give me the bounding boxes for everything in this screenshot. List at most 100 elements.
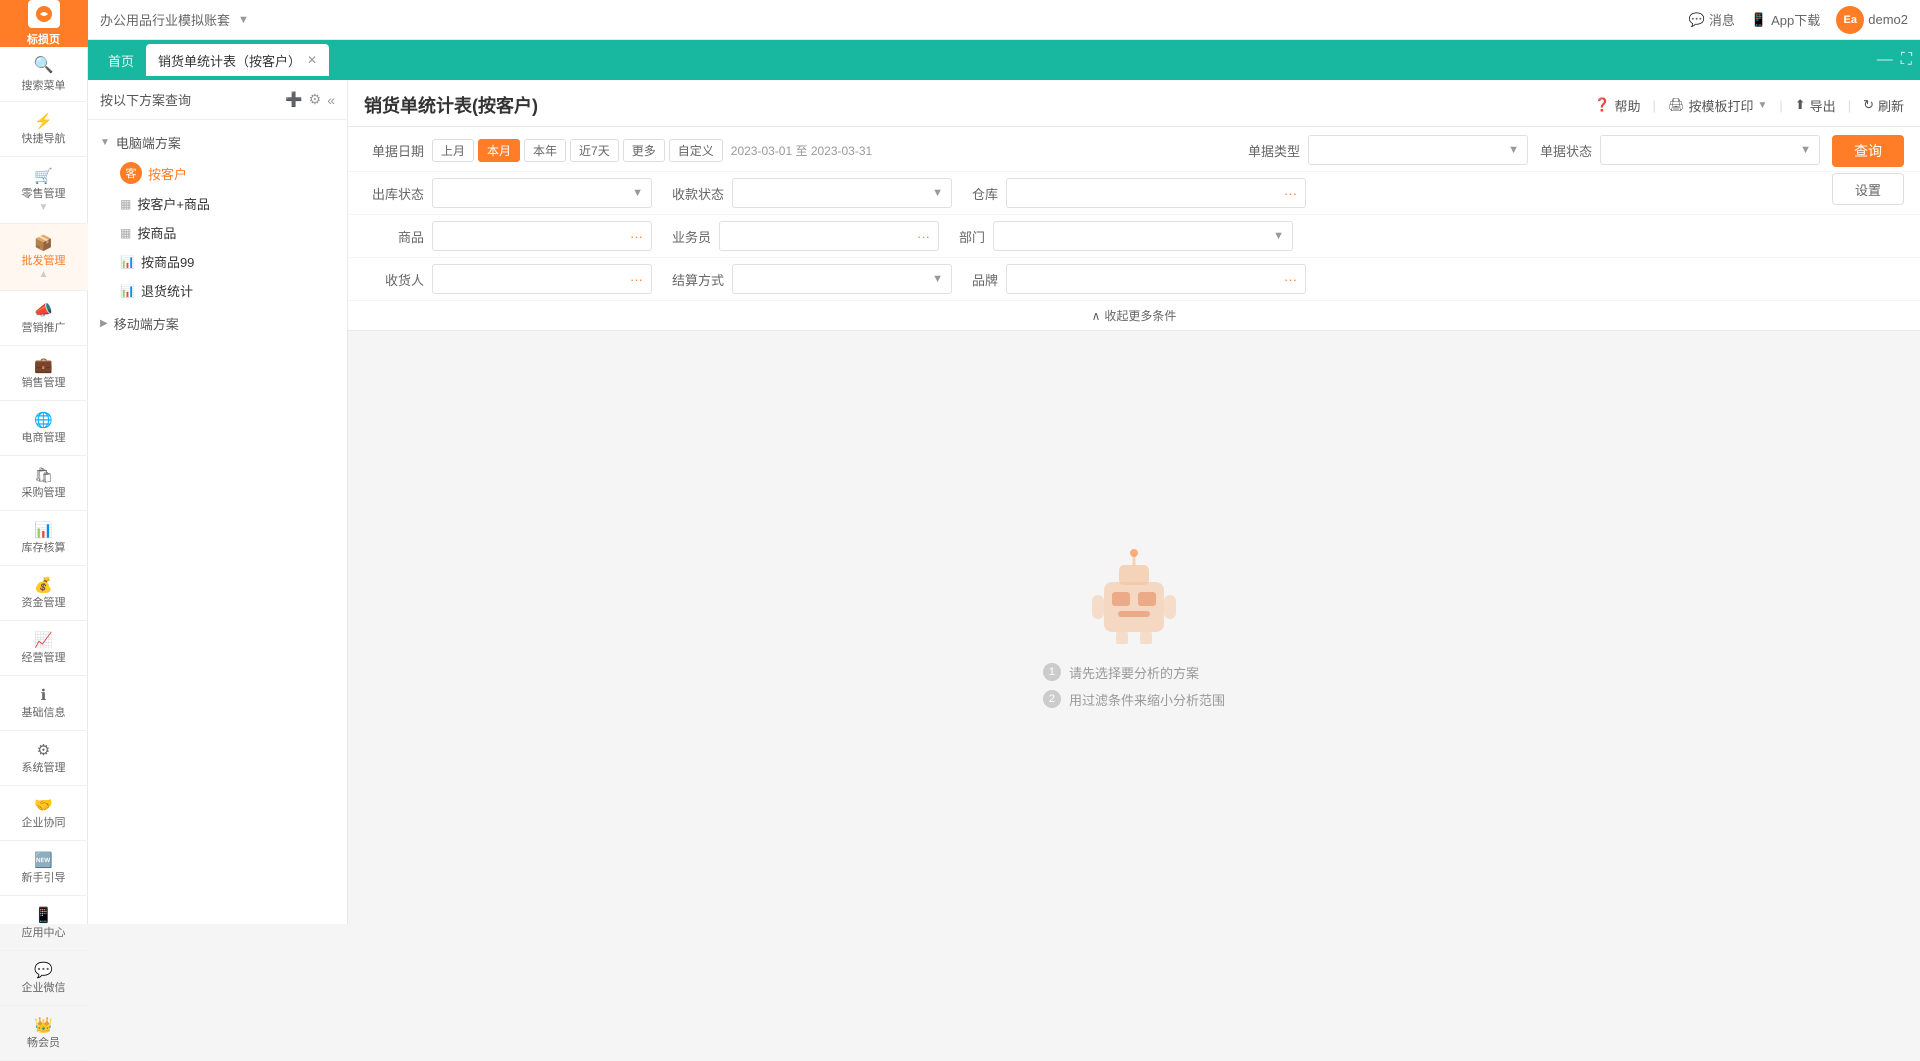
warehouse-select[interactable]: ··· [1006,178,1306,208]
query-button[interactable]: 查询 [1832,135,1904,167]
sidebar-ecommerce[interactable]: 🌐 电商管理 [0,401,88,456]
brand-select[interactable]: ··· [1006,264,1306,294]
sidebar-quick-nav[interactable]: ⚡ 快捷导航 [0,102,88,157]
date-btn-more[interactable]: 更多 [623,139,665,162]
app-center-label: 应用中心 [22,924,66,940]
goods-select[interactable]: ··· [432,221,652,251]
search-icon: 🔍 [34,55,54,75]
staff-select[interactable]: ··· [719,221,939,251]
settings-scheme-btn[interactable]: ⚙ [309,91,322,108]
header-icons: ➕ ⚙ « [285,91,335,108]
date-btn-last-month[interactable]: 上月 [432,139,474,162]
wechat-icon: 💬 [34,961,53,979]
main-area: 办公用品行业模拟账套 ▼ 💬 消息 📱 App下载 Ea demo2 首页 [88,0,1920,924]
tree-item-by-customer-goods[interactable]: ▦ 按客户+商品 [88,189,347,218]
date-btn-custom[interactable]: 自定义 [669,139,723,162]
date-btn-last-7[interactable]: 近7天 [570,139,619,162]
page-header: 销货单统计表(按客户) ❓ 帮助 | 🖨 按模板打印 ▼ | ⬆ [348,80,1920,127]
sidebar-member[interactable]: 👑 畅会员 [0,1006,88,1061]
top-title-arrow[interactable]: ▼ [238,14,249,26]
sidebar-inventory[interactable]: 📊 库存核算 [0,511,88,566]
doc-type-select[interactable]: ▼ [1308,135,1528,165]
user-profile-btn[interactable]: Ea demo2 [1836,6,1908,34]
tree-item-by-goods-99-label: 按商品99 [141,252,194,271]
logo-text: 标损页 [27,31,60,47]
brand-filter: 品牌 ··· [972,264,1820,294]
export-btn[interactable]: ⬆ 导出 [1795,96,1836,115]
out-status-select[interactable]: ▼ [432,178,652,208]
logo: 标损页 [0,0,88,47]
add-scheme-btn[interactable]: ➕ [285,91,302,108]
dept-select[interactable]: ▼ [993,221,1293,251]
tree-item-by-customer-label: 按客户 [148,164,187,183]
tab-maximize-icon[interactable]: ⛶ [1901,51,1912,69]
tree-item-by-goods[interactable]: ▦ 按商品 [88,218,347,247]
sidebar-finance[interactable]: 💰 资金管理 [0,566,88,621]
sidebar-wechat[interactable]: 💬 企业微信 [0,951,88,1006]
logo-icon [28,0,60,28]
sidebar-operations[interactable]: 📈 经营管理 [0,621,88,676]
sidebar-basic-info[interactable]: ℹ 基础信息 [0,676,88,731]
receipt-status-select[interactable]: ▼ [732,178,952,208]
tab-sales-stat[interactable]: 销货单统计表（按客户） ✕ [146,44,329,76]
sidebar-system[interactable]: ⚙ 系统管理 [0,731,88,786]
tree-item-return-stats[interactable]: 📊 退货统计 [88,276,347,305]
empty-state: 1 请先选择要分析的方案 2 用过滤条件来缩小分析范围 [348,331,1920,924]
date-range-text: 2023-03-01 至 2023-03-31 [731,142,872,159]
tree-desktop-section[interactable]: ▼ 电脑端方案 [88,128,347,157]
app-download-btn[interactable]: 📱 App下载 [1751,10,1820,29]
sidebar-retail[interactable]: 🛒 零售管理 ▼ [0,157,88,224]
left-panel-title: 按以下方案查询 [100,90,191,109]
collapse-label: 收起更多条件 [1104,307,1176,324]
out-status-label: 出库状态 [364,184,424,203]
collapse-panel-btn[interactable]: « [327,92,335,108]
tab-close-icon[interactable]: ✕ [307,54,317,66]
messages-label: 消息 [1709,10,1735,29]
sidebar-cooperation[interactable]: 🤝 企业协同 [0,786,88,841]
dept-arrow: ▼ [1273,230,1284,242]
app-download-label: App下载 [1771,10,1820,29]
tab-minimize-icon[interactable]: — [1877,51,1893,69]
topbar-right: 💬 消息 📱 App下载 Ea demo2 [1689,6,1908,34]
search-menu-item[interactable]: 🔍 搜索菜单 [0,47,88,102]
help-btn[interactable]: ❓ 帮助 [1594,96,1640,115]
sep3: | [1848,98,1851,113]
sales-label: 销售管理 [22,374,66,390]
inventory-icon: 📊 [34,521,53,539]
basic-info-label: 基础信息 [22,704,66,720]
topbar-left: 办公用品行业模拟账套 ▼ [100,10,249,29]
messages-btn[interactable]: 💬 消息 [1689,10,1735,29]
doc-type-filter: 单据类型 ▼ [1248,135,1528,165]
left-panel-header: 按以下方案查询 ➕ ⚙ « [88,80,347,120]
user-name: demo2 [1868,12,1908,27]
procurement-icon: 🛍 [34,466,53,484]
tree-mobile-section[interactable]: ▶ 移动端方案 [88,309,347,338]
filter-buttons: 查询 设置 [1832,135,1904,205]
refresh-btn[interactable]: ↻ 刷新 [1863,96,1904,115]
receiver-select[interactable]: ··· [432,264,652,294]
page-title: 销货单统计表(按客户) [364,92,538,118]
tab-home-label: 首页 [108,51,134,70]
print-icon: 🖨 [1668,97,1685,113]
tree-desktop-arrow: ▼ [100,137,110,148]
search-menu-label: 搜索菜单 [22,77,66,93]
sidebar-procurement[interactable]: 🛍 采购管理 [0,456,88,511]
sidebar-wholesale[interactable]: 📦 批发管理 ▲ [0,224,88,291]
date-btn-this-month[interactable]: 本月 [478,139,520,162]
date-btn-this-year[interactable]: 本年 [524,139,566,162]
settings-button[interactable]: 设置 [1832,173,1904,205]
sidebar-guide[interactable]: 🆕 新手引导 [0,841,88,896]
topbar: 办公用品行业模拟账套 ▼ 💬 消息 📱 App下载 Ea demo2 [88,0,1920,40]
sidebar-marketing[interactable]: 📣 营销推广 [0,291,88,346]
tab-home[interactable]: 首页 [96,44,146,76]
filter-wrapper: 单据日期 上月 本月 本年 近7天 更多 自定义 2023-03-01 至 20… [348,127,1920,301]
export-label: 导出 [1810,96,1836,115]
payment-select[interactable]: ▼ [732,264,952,294]
tree-item-by-goods-99[interactable]: 📊 按商品99 [88,247,347,276]
print-btn[interactable]: 🖨 按模板打印 ▼ [1668,96,1767,115]
doc-status-select[interactable]: ▼ [1600,135,1820,165]
sidebar-sales[interactable]: 💼 销售管理 [0,346,88,401]
collapse-bar[interactable]: ∧ 收起更多条件 [348,301,1920,331]
tree-item-by-customer[interactable]: 客 按客户 [88,157,347,189]
finance-icon: 💰 [34,576,53,594]
